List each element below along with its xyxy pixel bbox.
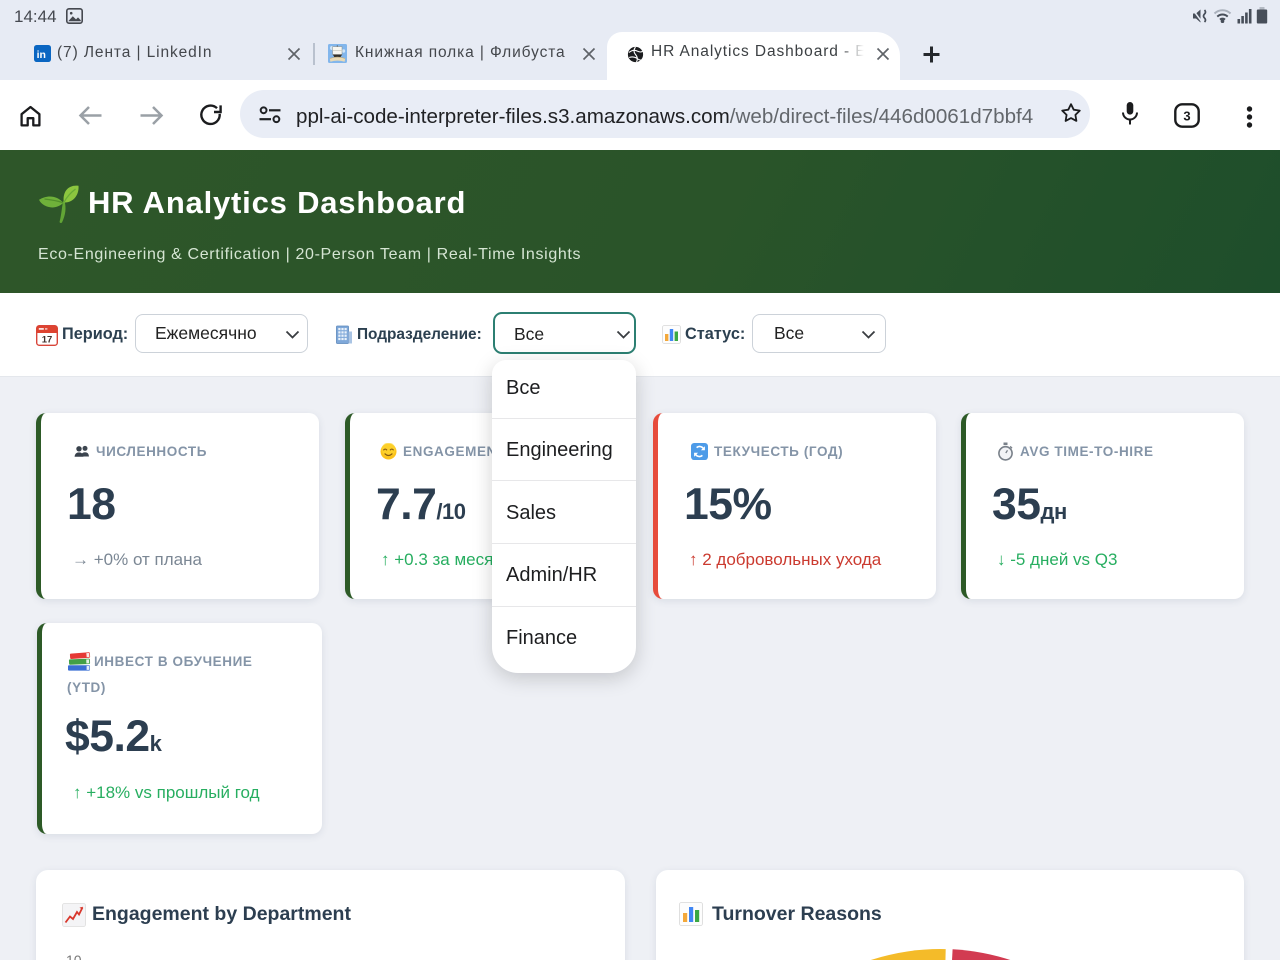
svg-text:3: 3 bbox=[1183, 109, 1190, 124]
svg-text:in: in bbox=[37, 49, 46, 61]
svg-text:17: 17 bbox=[42, 335, 53, 346]
